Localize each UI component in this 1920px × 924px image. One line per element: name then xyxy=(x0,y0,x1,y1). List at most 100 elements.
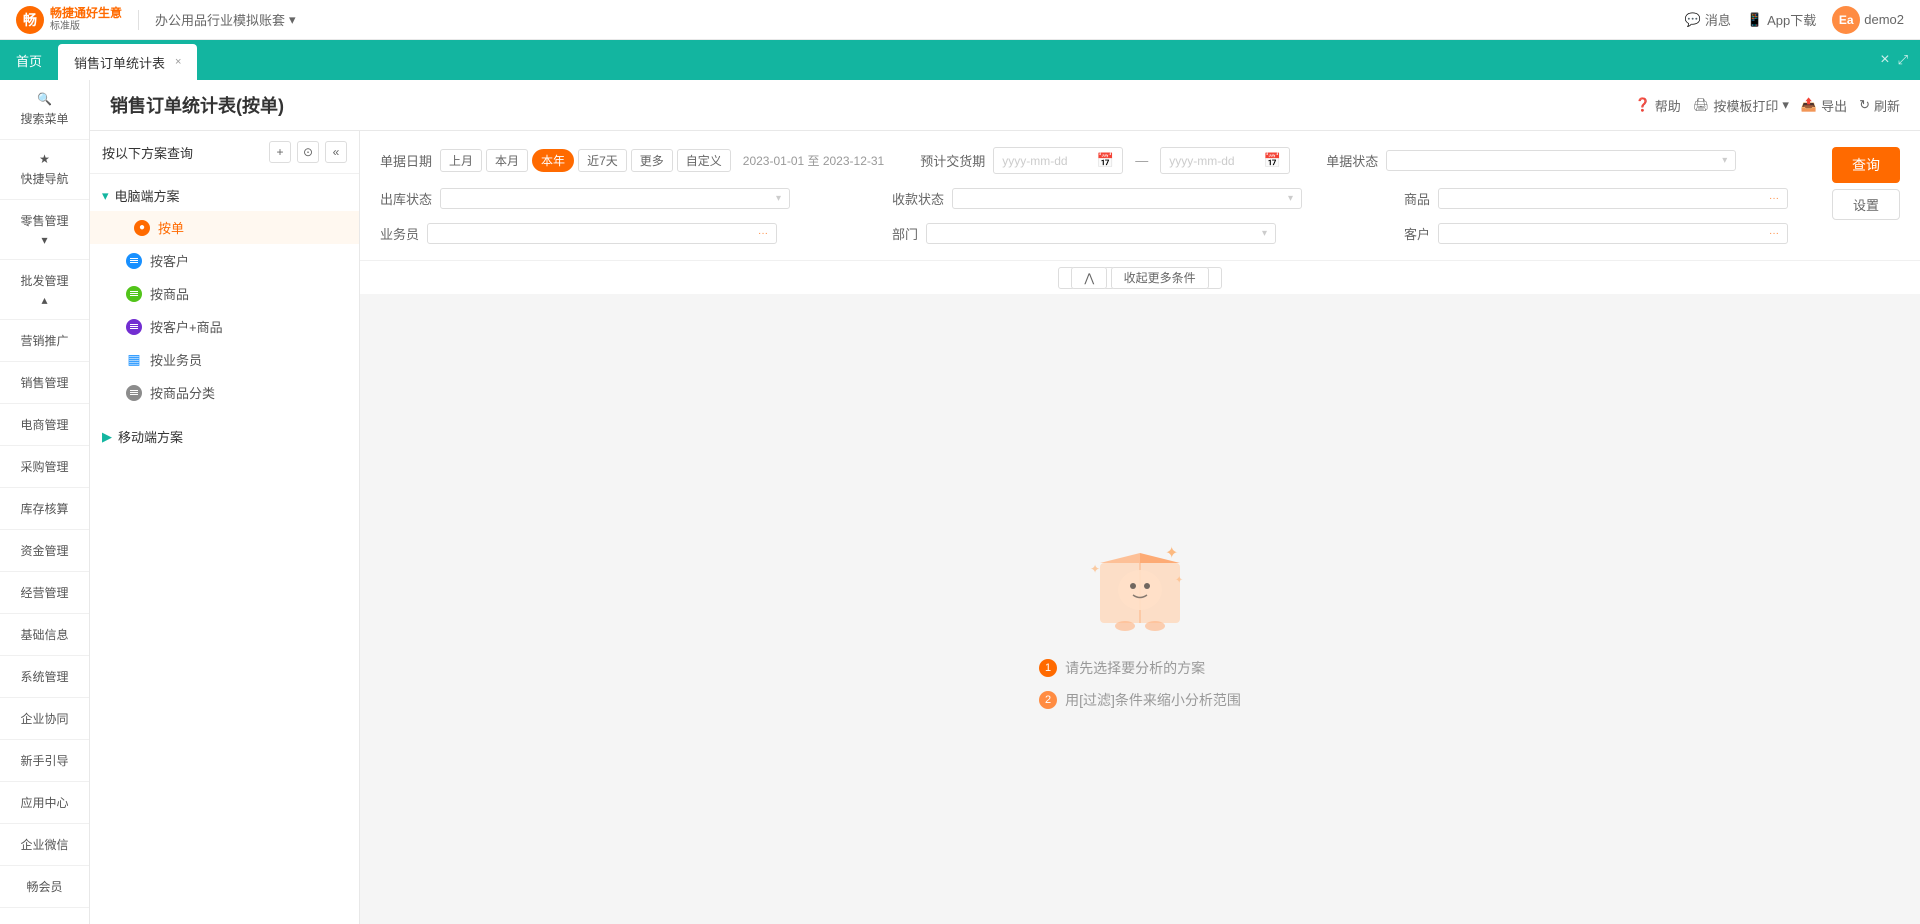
sidebar-item-finance[interactable]: 资金管理 xyxy=(0,530,89,572)
sidebar-quick-nav[interactable]: ★ 快捷导航 xyxy=(0,140,89,200)
status-filter-field: 单据状态 ▾ xyxy=(1326,150,1900,171)
pay-status-label: 收款状态 xyxy=(892,189,944,208)
goods-select[interactable]: ··· xyxy=(1438,188,1788,209)
close-window-button[interactable]: × xyxy=(1880,51,1889,69)
date-filter-field: 单据日期 上月 本月 本年 近7天 更多 自定义 2023-01-01 至 20… xyxy=(380,149,884,172)
sidebar-item-app-center[interactable]: 应用中心 xyxy=(0,782,89,824)
scheme-item-by-order[interactable]: ● 按单 xyxy=(90,211,359,244)
date-range-text: 2023-01-01 至 2023-12-31 xyxy=(743,152,884,169)
status-label: 单据状态 xyxy=(1326,151,1378,170)
sidebar-item-system[interactable]: 系统管理 xyxy=(0,656,89,698)
seven-days-btn[interactable]: 近7天 xyxy=(578,149,627,172)
sidebar-item-ecommerce[interactable]: 电商管理 xyxy=(0,404,89,446)
sidebar-item-management[interactable]: 经营管理 xyxy=(0,572,89,614)
logo-area: 畅 畅捷通好生意 标准版 xyxy=(16,6,122,34)
svg-text:✦: ✦ xyxy=(1175,575,1183,586)
edit-scheme-button[interactable]: ⊙ xyxy=(297,141,319,163)
scheme-title: 按以下方案查询 xyxy=(102,143,193,162)
custom-date-btn[interactable]: 自定义 xyxy=(677,149,731,172)
print-arrow-icon: ▾ xyxy=(1782,97,1789,113)
edit-icon: ⊙ xyxy=(303,145,313,159)
department-arrow-icon: ▾ xyxy=(1262,228,1267,239)
collapse-bar[interactable]: ⋀ 收起更多条件 xyxy=(360,260,1920,294)
sidebar-item-sales[interactable]: 销售管理 xyxy=(0,362,89,404)
status-arrow-icon: ▾ xyxy=(1722,155,1727,166)
filter-row-1: 单据日期 上月 本月 本年 近7天 更多 自定义 2023-01-01 至 20… xyxy=(380,147,1900,174)
out-status-select[interactable]: ▾ xyxy=(440,188,790,209)
app-download-button[interactable]: 📱 App下载 xyxy=(1747,10,1816,29)
pay-status-field: 收款状态 ▾ xyxy=(892,188,1388,209)
goods-field: 商品 ··· xyxy=(1404,188,1900,209)
user-menu-button[interactable]: Ea demo2 xyxy=(1832,6,1904,34)
sidebar-item-inventory[interactable]: 库存核算 xyxy=(0,488,89,530)
refresh-icon: ↻ xyxy=(1859,97,1870,113)
scheme-item-by-goods[interactable]: 按商品 xyxy=(90,277,359,310)
out-status-label: 出库状态 xyxy=(380,189,432,208)
download-icon: 📱 xyxy=(1747,12,1763,28)
date-label: 单据日期 xyxy=(380,151,432,170)
sidebar-item-wechat[interactable]: 企业微信 xyxy=(0,824,89,866)
salesperson-select[interactable]: ··· xyxy=(427,223,777,244)
avatar: Ea xyxy=(1832,6,1860,34)
expand-window-button[interactable]: ⤢ xyxy=(1898,52,1908,68)
right-action-buttons: 查询 设置 xyxy=(1832,147,1900,220)
workspace-selector[interactable]: 办公用品行业模拟账套 ▾ xyxy=(155,10,296,29)
message-button[interactable]: 💬 消息 xyxy=(1685,10,1731,29)
sidebar-item-marketing[interactable]: 营销推广 xyxy=(0,320,89,362)
calendar-start-icon: 📅 xyxy=(1097,152,1114,169)
filter-panel: 单据日期 上月 本月 本年 近7天 更多 自定义 2023-01-01 至 20… xyxy=(360,131,1920,924)
sidebar-item-corp-collab[interactable]: 企业协同 xyxy=(0,698,89,740)
empty-tip-1: 1 请先选择要分析的方案 xyxy=(1039,658,1241,678)
scheme-item-by-customer[interactable]: 按客户 xyxy=(90,244,359,277)
filter-area: 单据日期 上月 本月 本年 近7天 更多 自定义 2023-01-01 至 20… xyxy=(360,131,1920,260)
scheme-group-desktop-header[interactable]: ▾ 电脑端方案 xyxy=(90,180,359,211)
message-icon: 💬 xyxy=(1685,12,1701,28)
this-year-btn[interactable]: 本年 xyxy=(532,149,574,172)
print-button[interactable]: 🖨 按模板打印 ▾ xyxy=(1693,96,1789,115)
status-select[interactable]: ▾ xyxy=(1386,150,1736,171)
add-scheme-button[interactable]: + xyxy=(269,141,291,163)
sidebar-item-purchase[interactable]: 采购管理 xyxy=(0,446,89,488)
top-bar-right: 💬 消息 📱 App下载 Ea demo2 xyxy=(1685,6,1904,34)
nav-tabs: 首页 销售订单统计表 × × ⤢ xyxy=(0,40,1920,80)
scheme-item-by-customer-goods[interactable]: 按客户+商品 xyxy=(90,310,359,343)
sidebar-item-basic[interactable]: 基础信息 xyxy=(0,614,89,656)
page-header-actions: ❓ 帮助 🖨 按模板打印 ▾ 📤 导出 ↻ 刷新 xyxy=(1635,96,1900,127)
sidebar-search[interactable]: 🔍 搜索菜单 xyxy=(0,80,89,140)
scheme-item-by-category[interactable]: 按商品分类 xyxy=(90,376,359,409)
query-button[interactable]: 查询 xyxy=(1832,147,1900,183)
tab-sales-order[interactable]: 销售订单统计表 × xyxy=(58,44,197,80)
sidebar-item-wholesale[interactable]: 批发管理 ▴ xyxy=(0,260,89,320)
refresh-button[interactable]: ↻ 刷新 xyxy=(1859,96,1900,115)
star-icon: ★ xyxy=(39,152,50,166)
filter-row-3: 业务员 ··· 部门 ▾ xyxy=(380,223,1900,244)
sidebar-item-retail[interactable]: 零售管理 ▾ xyxy=(0,200,89,260)
this-month-btn[interactable]: 本月 xyxy=(486,149,528,172)
sidebar-item-member[interactable]: 畅会员 xyxy=(0,866,89,908)
department-select[interactable]: ▾ xyxy=(926,223,1276,244)
help-button[interactable]: ❓ 帮助 xyxy=(1635,96,1681,115)
scheme-group-mobile-header[interactable]: ▶ 移动端方案 xyxy=(90,421,359,452)
empty-state: ✦ ✦ ✦ 1 请先选择要分析的方案 xyxy=(360,294,1920,924)
tab-close-button[interactable]: × xyxy=(175,56,181,68)
collapse-scheme-button[interactable]: « xyxy=(325,141,347,163)
scheme-item-by-salesperson[interactable]: ▦ 按业务员 xyxy=(90,343,359,376)
export-button[interactable]: 📤 导出 xyxy=(1801,96,1847,115)
window-controls: × ⤢ xyxy=(1880,40,1920,80)
logo-icon: 畅 xyxy=(16,6,44,34)
empty-illustration: ✦ ✦ ✦ xyxy=(1070,508,1210,638)
prev-month-btn[interactable]: 上月 xyxy=(440,149,482,172)
tab-home[interactable]: 首页 xyxy=(0,40,58,80)
settings-button[interactable]: 设置 xyxy=(1832,189,1900,220)
collapse-up-icon: ⋀ xyxy=(1071,267,1107,289)
out-status-field: 出库状态 ▾ xyxy=(380,188,876,209)
pay-status-select[interactable]: ▾ xyxy=(952,188,1302,209)
sidebar-item-guide[interactable]: 新手引导 xyxy=(0,740,89,782)
empty-tip-2: 2 用[过滤]条件来缩小分析范围 xyxy=(1039,690,1241,710)
top-bar-left: 畅 畅捷通好生意 标准版 办公用品行业模拟账套 ▾ xyxy=(16,6,296,34)
expected-date-end[interactable]: yyyy-mm-dd 📅 xyxy=(1160,147,1290,174)
sidebar: 🔍 搜索菜单 ★ 快捷导航 零售管理 ▾ 批发管理 ▴ 营销推广 销售管理 电商… xyxy=(0,80,90,924)
more-date-btn[interactable]: 更多 xyxy=(631,149,673,172)
expected-date-start[interactable]: yyyy-mm-dd 📅 xyxy=(993,147,1123,174)
customer-select[interactable]: ··· xyxy=(1438,223,1788,244)
